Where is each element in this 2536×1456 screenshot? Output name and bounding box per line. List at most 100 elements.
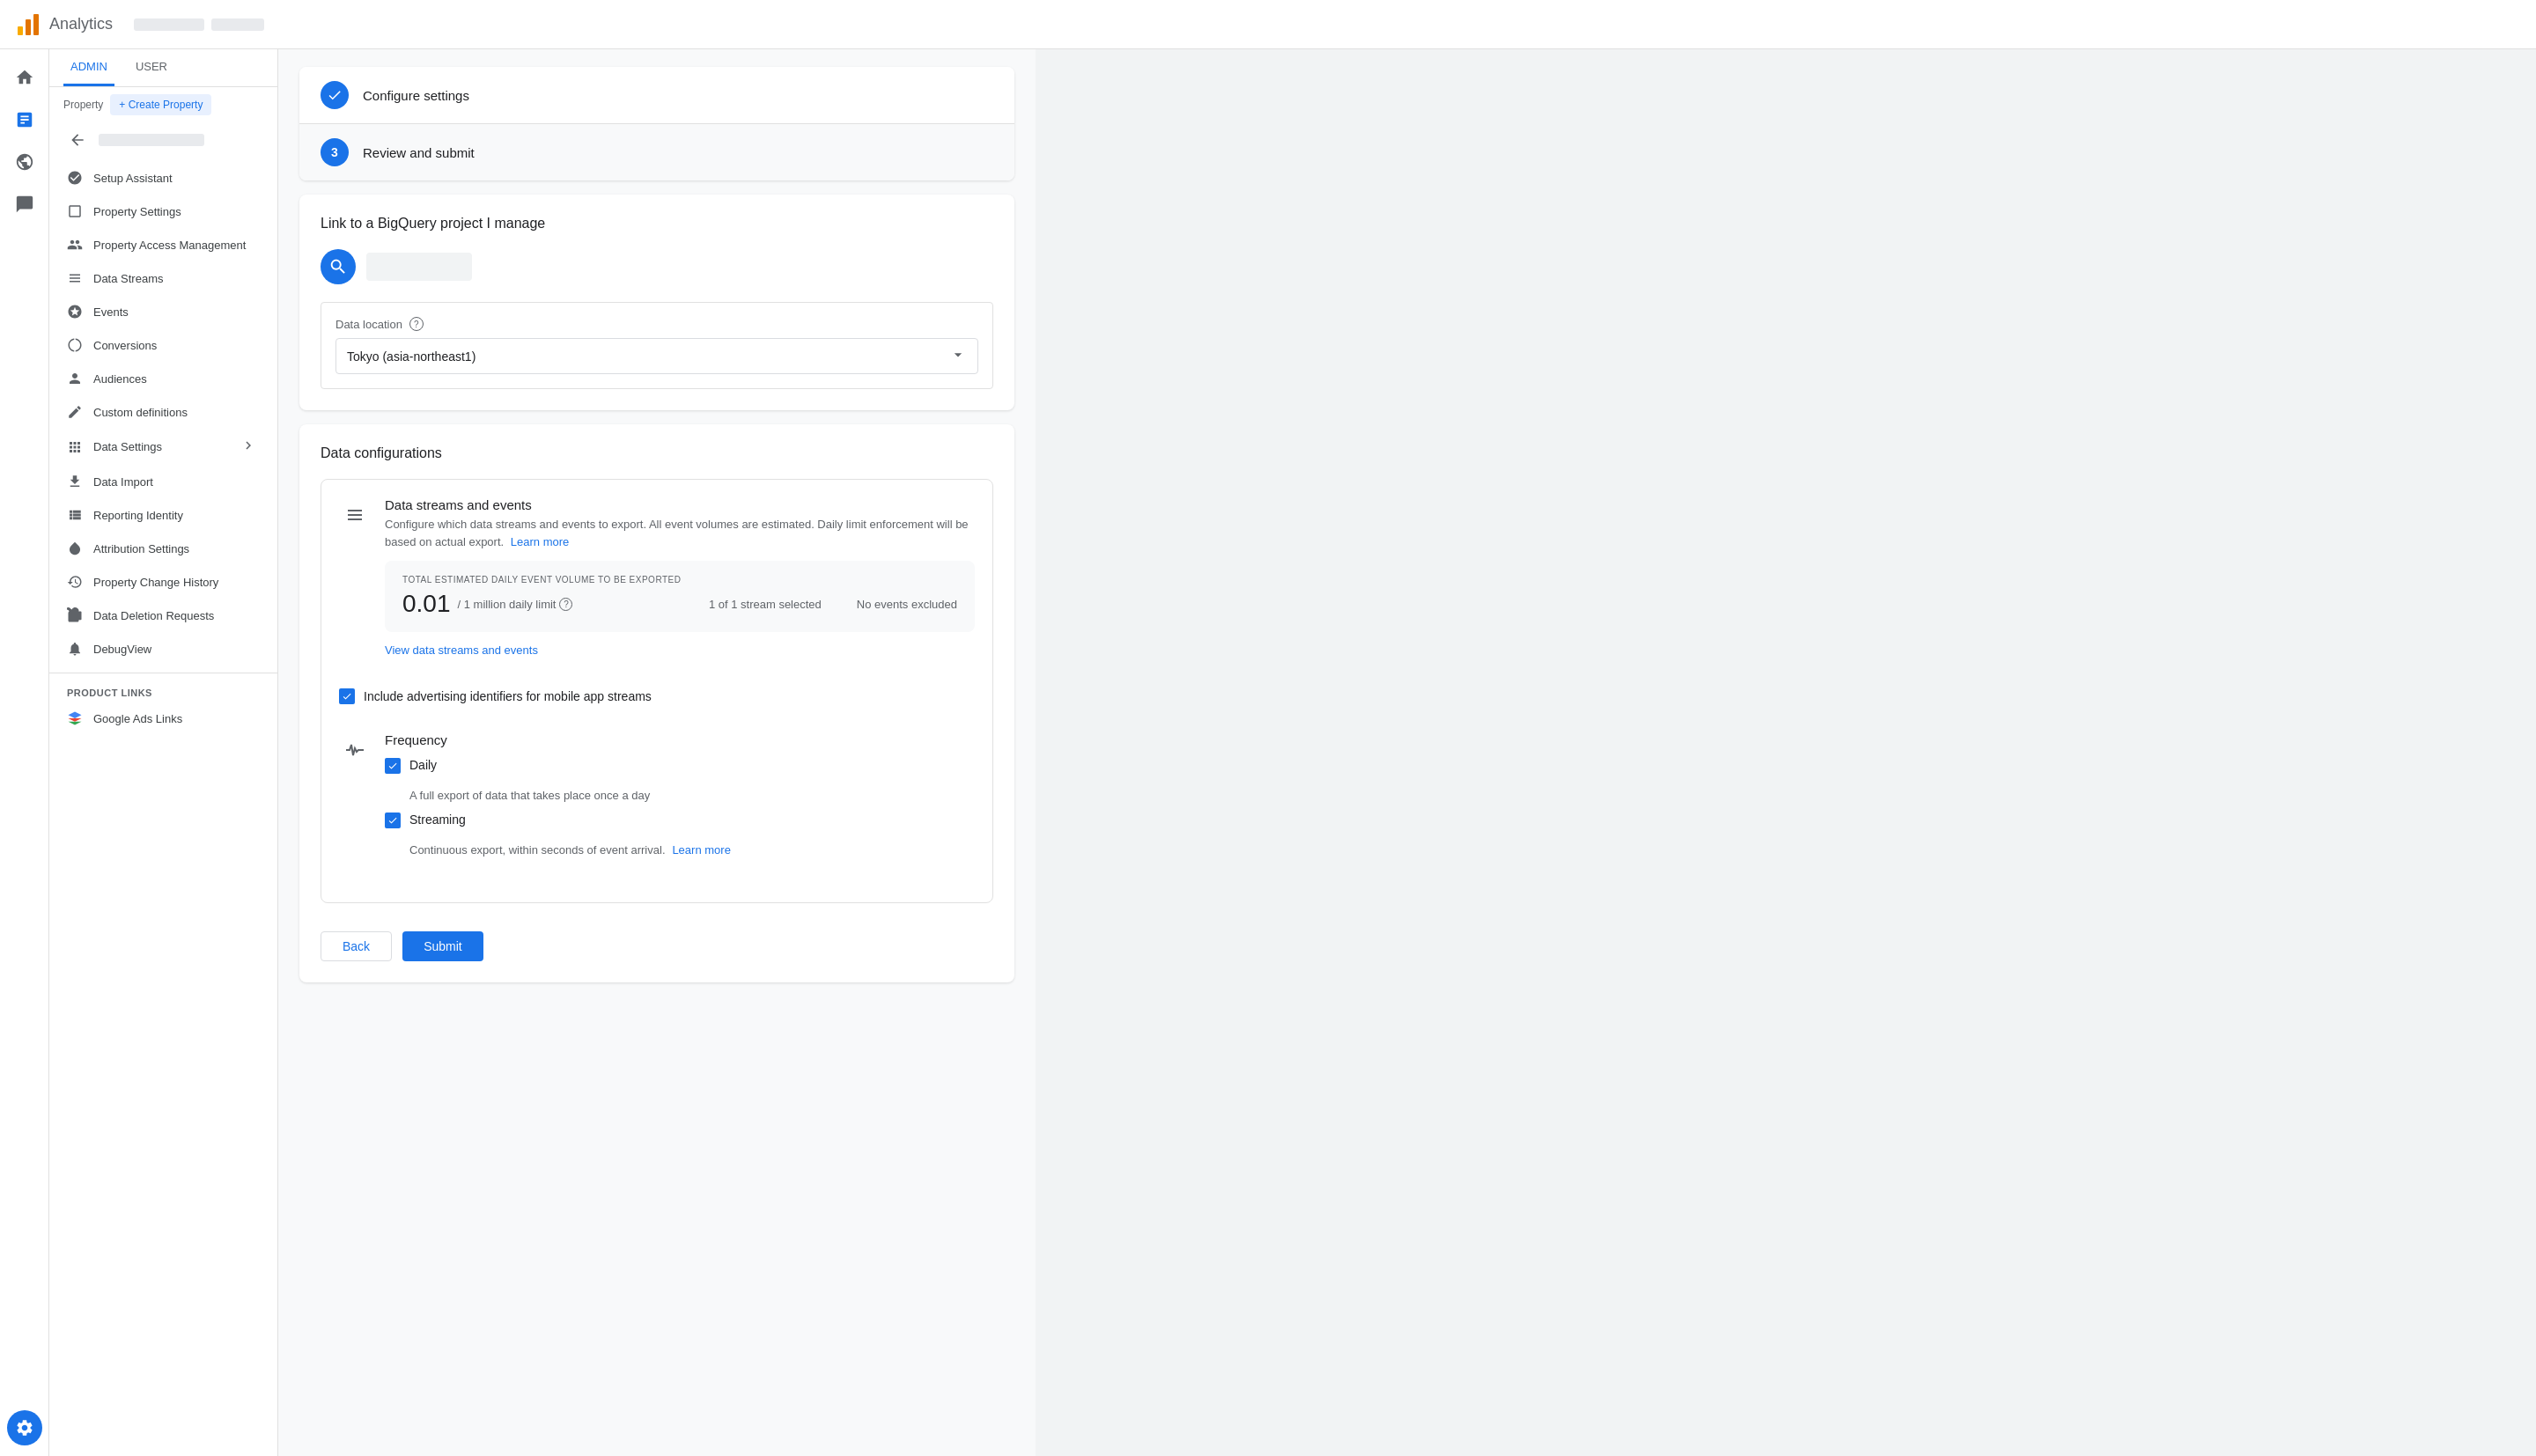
create-property-button[interactable]: + Create Property [110,94,211,115]
nav-settings-icon[interactable] [7,1410,42,1445]
sidebar-label-audiences: Audiences [93,372,147,386]
search-icon [328,257,348,276]
tab-admin[interactable]: ADMIN [63,49,114,86]
sidebar-item-google-ads[interactable]: Google Ads Links [49,702,270,735]
property-label: Property [63,99,103,111]
bigquery-project-name-blur [366,253,472,281]
sidebar-label-setup-assistant: Setup Assistant [93,172,173,185]
streaming-checkbox-box[interactable] [385,813,401,828]
sidebar-item-property-change[interactable]: Property Change History [49,565,270,599]
nav-advertising-icon[interactable] [7,187,42,222]
sidebar-item-data-streams[interactable]: Data Streams [49,261,270,295]
streaming-checkbox-row: Streaming [385,813,975,828]
deletion-icon [67,607,83,623]
sidebar-label-property-settings: Property Settings [93,205,181,218]
sidebar-item-setup-assistant[interactable]: Setup Assistant [49,161,270,195]
daily-checkbox-row: Daily [385,758,975,774]
data-configurations-title: Data configurations [321,445,993,461]
custom-icon [67,404,83,420]
view-data-streams-link[interactable]: View data streams and events [385,643,538,657]
stats-help-icon: ? [559,598,572,611]
stats-unit: / 1 million daily limit ? [458,598,573,611]
attribution-icon [67,540,83,556]
sidebar-item-custom-definitions[interactable]: Custom definitions [49,395,270,429]
sidebar-label-property-change: Property Change History [93,576,218,589]
app-logo: Analytics [7,11,120,39]
nav-explore-icon[interactable] [7,144,42,180]
tab-user[interactable]: USER [129,49,174,86]
sidebar-label-property-access: Property Access Management [93,239,246,252]
data-configurations-card: Data configurations Data streams and eve… [299,424,1014,982]
sidebar-label-data-deletion: Data Deletion Requests [93,609,214,622]
nav-reports-icon[interactable] [7,102,42,137]
sidebar-item-data-import[interactable]: Data Import [49,465,270,498]
stats-volume: 0.01 [402,590,451,618]
analytics-logo-icon [14,11,42,39]
sidebar-item-debugview[interactable]: DebugView [49,632,270,665]
svg-rect-0 [18,26,23,35]
bigquery-title: Link to a BigQuery project I manage [321,216,993,232]
reporting-icon [67,507,83,523]
sidebar-label-data-import: Data Import [93,475,153,489]
data-location-label: Data location [335,318,402,331]
sidebar-item-property-settings[interactable]: Property Settings [49,195,270,228]
sidebar-label-reporting-identity: Reporting Identity [93,509,183,522]
data-location-label-row: Data location ? [335,317,978,331]
action-buttons: Back Submit [321,924,993,961]
stream-selected-text: 1 of 1 stream selected [709,598,822,611]
streaming-learn-more-link[interactable]: Learn more [672,843,730,857]
frequency-streaming: Streaming Continuous export, within seco… [385,813,975,857]
property-name-blur [99,134,204,146]
select-arrow-icon [949,346,967,366]
data-location-select[interactable]: Tokyo (asia-northeast1) [335,338,978,374]
step-1-badge [321,81,349,109]
history-icon [67,574,83,590]
data-settings-icon [67,439,83,455]
back-button[interactable]: Back [321,931,392,961]
stats-label: TOTAL ESTIMATED DAILY EVENT VOLUME TO BE… [402,575,957,585]
sidebar-label-events: Events [93,305,129,319]
advertising-checkbox-box[interactable] [339,688,355,704]
stats-values: 0.01 / 1 million daily limit ? 1 of 1 st… [402,590,957,618]
sidebar-item-attribution-settings[interactable]: Attribution Settings [49,532,270,565]
sidebar-item-data-settings[interactable]: Data Settings [49,429,270,465]
frequency-section: Frequency Daily [339,732,975,867]
sidebar-item-data-deletion[interactable]: Data Deletion Requests [49,599,270,632]
frequency-row: Frequency Daily [339,732,975,867]
data-streams-learn-more-link[interactable]: Learn more [511,535,569,548]
stats-right: 1 of 1 stream selected No events exclude… [709,598,957,611]
streaming-desc-container: Continuous export, within seconds of eve… [409,842,975,857]
left-nav [0,49,49,1456]
sidebar-item-conversions[interactable]: Conversions [49,328,270,362]
back-button-sidebar[interactable] [63,126,92,154]
frequency-daily: Daily A full export of data that takes p… [385,758,975,802]
daily-desc: A full export of data that takes place o… [409,789,650,802]
property-settings-icon [67,203,83,219]
events-excluded-text: No events excluded [857,598,957,611]
events-icon [67,304,83,320]
daily-label: Daily [409,758,437,772]
frequency-icon [339,734,371,766]
streaming-label: Streaming [409,813,466,827]
import-icon [67,474,83,489]
product-links-label: PRODUCT LINKS [49,680,277,702]
daily-content: Daily [409,758,437,774]
step-review: 3 Review and submit [299,124,1014,180]
streaming-desc: Continuous export, within seconds of eve… [409,843,666,857]
sidebar-item-events[interactable]: Events [49,295,270,328]
sidebar-item-property-access[interactable]: Property Access Management [49,228,270,261]
submit-button[interactable]: Submit [402,931,483,961]
streaming-check-icon [387,815,398,826]
sidebar-item-audiences[interactable]: Audiences [49,362,270,395]
stats-bar: TOTAL ESTIMATED DAILY EVENT VOLUME TO BE… [385,561,975,632]
bigquery-card: Link to a BigQuery project I manage Data… [299,195,1014,410]
stats-unit-text: / 1 million daily limit [458,598,557,611]
sidebar-label-data-settings: Data Settings [93,440,230,453]
check-icon [342,691,352,702]
daily-checkbox-box[interactable] [385,758,401,774]
advertising-checkbox-row: Include advertising identifiers for mobi… [339,674,975,725]
nav-home-icon[interactable] [7,60,42,95]
sidebar-item-reporting-identity[interactable]: Reporting Identity [49,498,270,532]
sidebar-label-google-ads: Google Ads Links [93,712,182,725]
advertising-checkbox: Include advertising identifiers for mobi… [339,688,975,704]
